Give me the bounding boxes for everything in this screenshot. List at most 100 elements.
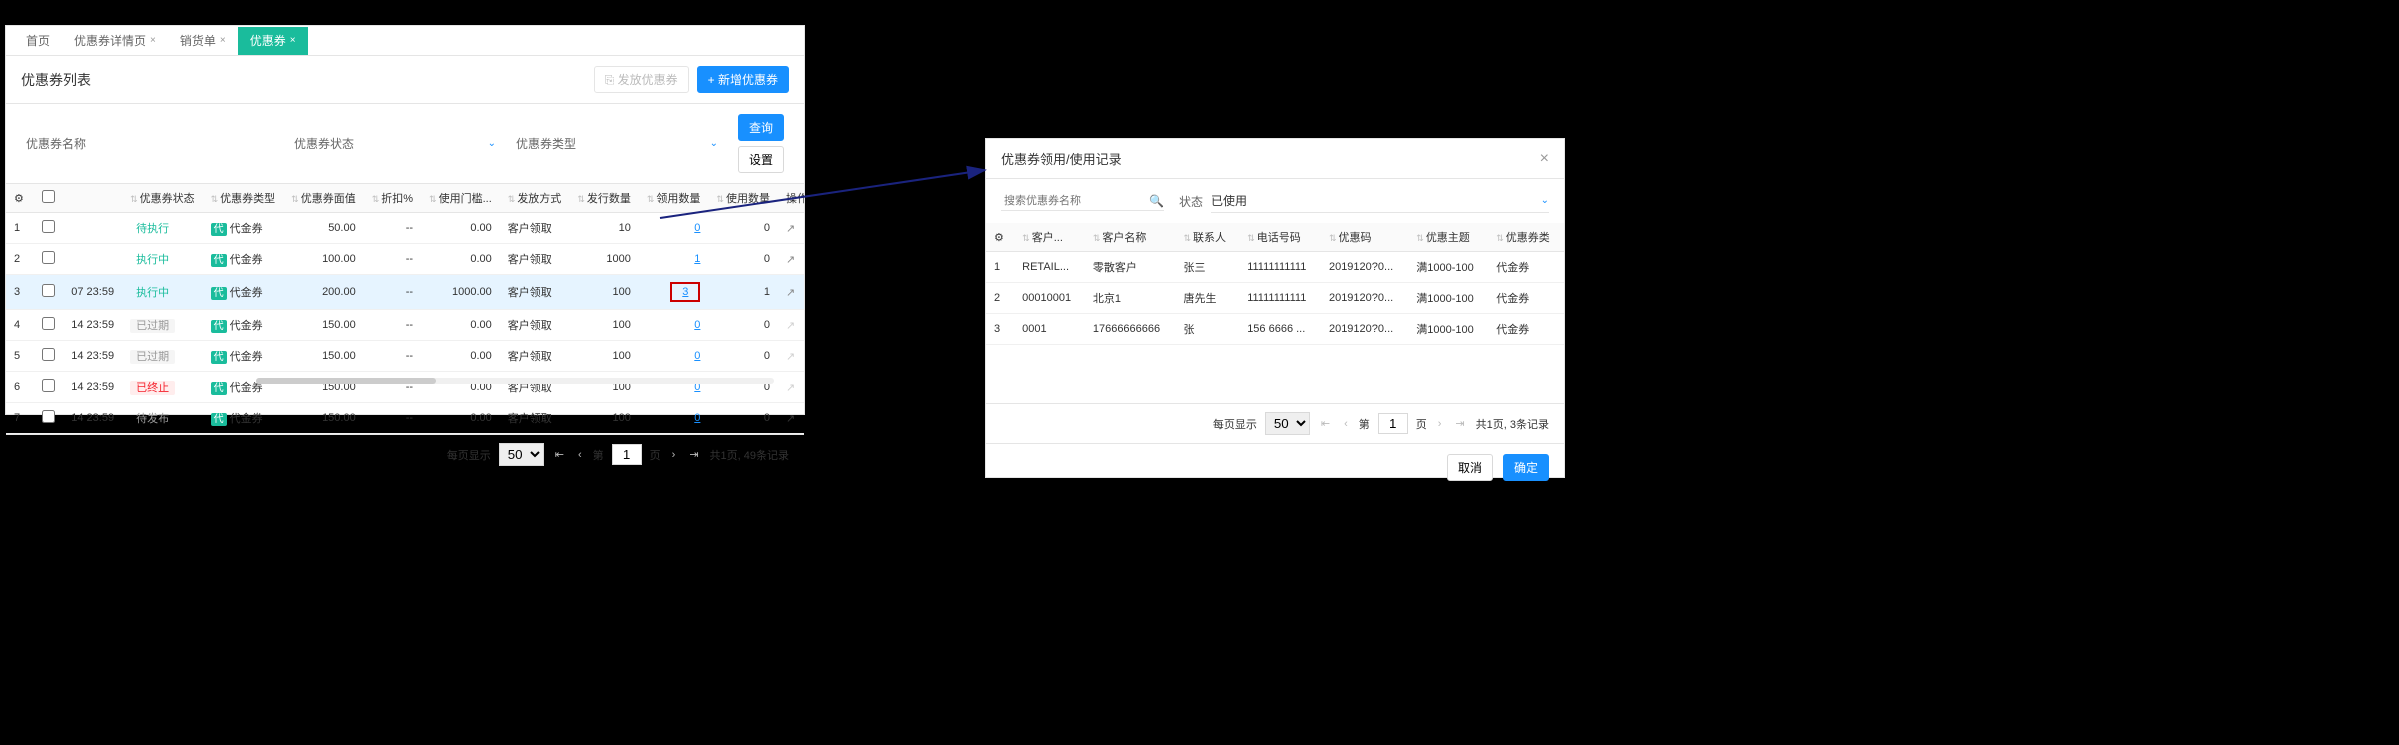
tab-首页[interactable]: 首页: [14, 27, 62, 55]
filter-status[interactable]: 优惠券状态 ⌄: [294, 135, 496, 152]
filter-name-input[interactable]: [91, 133, 274, 155]
page-input[interactable]: [612, 444, 642, 465]
per-page-select[interactable]: 50: [499, 443, 544, 466]
table-row[interactable]: 1RETAIL...零散客户张三111111111112019120?0...满…: [986, 252, 1564, 283]
table-row[interactable]: 614 23:59已终止代代金券150.00--0.00客户领取10000↗⊞: [6, 372, 804, 403]
col-issue[interactable]: ⇅发行数量: [569, 184, 639, 213]
col-face[interactable]: ⇅优惠券面值: [283, 184, 364, 213]
filter-name: 优惠券名称: [26, 133, 274, 155]
col-threshold[interactable]: ⇅使用门槛...: [421, 184, 500, 213]
modal-page-summary: 共1页, 3条记录: [1476, 416, 1549, 432]
table-row[interactable]: 714 23:59待发布代代金券150.00--0.00客户领取10000↗⊞: [6, 403, 804, 434]
col-status[interactable]: ⇅优惠券状态: [122, 184, 203, 213]
row-checkbox[interactable]: [42, 317, 55, 330]
close-icon[interactable]: ×: [290, 35, 296, 46]
close-icon[interactable]: ×: [150, 35, 156, 46]
share-icon[interactable]: ↗: [786, 350, 795, 363]
table-row[interactable]: 514 23:59已过期代代金券150.00--0.00客户领取10000↗⊞: [6, 341, 804, 372]
qrcode-icon[interactable]: ⊞: [803, 253, 804, 266]
share-icon[interactable]: ↗: [786, 319, 795, 332]
row-checkbox[interactable]: [42, 410, 55, 423]
share-icon[interactable]: ↗: [786, 381, 795, 394]
qrcode-icon[interactable]: ⊞: [803, 319, 804, 332]
col-method[interactable]: ⇅发放方式: [500, 184, 570, 213]
claim-count-link[interactable]: 0: [694, 412, 700, 424]
gear-icon: ⚙: [14, 193, 24, 205]
first-page-icon[interactable]: ⇤: [552, 448, 567, 461]
table-row[interactable]: 414 23:59已过期代代金券150.00--0.00客户领取10000↗⊞: [6, 310, 804, 341]
prev-page-icon[interactable]: ‹: [1341, 418, 1351, 430]
table-row[interactable]: 1待执行代代金券50.00--0.00客户领取1000↗⊞: [6, 213, 804, 244]
share-icon[interactable]: ↗: [786, 286, 795, 299]
qrcode-icon[interactable]: ⊞: [803, 350, 804, 363]
col-cust-code[interactable]: ⇅客户...: [1014, 223, 1085, 252]
chevron-down-icon: ⌄: [1541, 195, 1549, 206]
col-claim[interactable]: ⇅领用数量: [639, 184, 709, 213]
col-gear[interactable]: ⚙: [986, 223, 1014, 252]
qrcode-icon[interactable]: ⊞: [803, 286, 804, 299]
col-coupon-topic[interactable]: ⇅优惠主题: [1408, 223, 1488, 252]
claim-count-link[interactable]: 0: [694, 222, 700, 234]
table-row[interactable]: 200010001北京1唐先生111111111112019120?0...满1…: [986, 283, 1564, 314]
close-icon[interactable]: ×: [1540, 150, 1549, 168]
prev-page-icon[interactable]: ‹: [575, 449, 585, 461]
search-icon[interactable]: 🔍: [1149, 194, 1164, 208]
modal-per-page-select[interactable]: 50: [1265, 412, 1310, 435]
col-check[interactable]: [34, 184, 63, 213]
select-all-checkbox[interactable]: [42, 190, 55, 203]
claim-count-link[interactable]: 3: [670, 282, 700, 302]
last-page-icon[interactable]: ⇥: [1452, 417, 1467, 430]
col-discount[interactable]: ⇅折扣%: [364, 184, 421, 213]
modal-page-input[interactable]: [1378, 413, 1408, 434]
share-icon[interactable]: ↗: [786, 253, 795, 266]
share-icon[interactable]: ↗: [786, 412, 795, 425]
table-row[interactable]: 307 23:59执行中代代金券200.00--1000.00客户领取10031…: [6, 275, 804, 310]
horizontal-scrollbar[interactable]: [256, 378, 774, 384]
status-badge: 已终止: [130, 381, 175, 395]
row-checkbox[interactable]: [42, 251, 55, 264]
modal-search-input[interactable]: [1001, 192, 1149, 210]
tab-优惠券详情页[interactable]: 优惠券详情页×: [62, 27, 168, 55]
share-icon[interactable]: ↗: [786, 222, 795, 235]
close-icon[interactable]: ×: [220, 35, 226, 46]
col-phone[interactable]: ⇅电话号码: [1239, 223, 1321, 252]
col-type[interactable]: ⇅优惠券类型: [203, 184, 284, 213]
row-checkbox[interactable]: [42, 220, 55, 233]
qrcode-icon[interactable]: ⊞: [803, 412, 804, 425]
add-coupon-button[interactable]: + 新增优惠券: [697, 66, 789, 93]
claim-count-link[interactable]: 0: [694, 350, 700, 362]
claim-count-link[interactable]: 1: [694, 253, 700, 265]
col-coupon-code[interactable]: ⇅优惠码: [1321, 223, 1408, 252]
next-page-icon[interactable]: ›: [669, 449, 679, 461]
tab-label: 优惠券: [250, 32, 286, 49]
status-badge: 执行中: [130, 286, 175, 300]
col-coupon-type[interactable]: ⇅优惠券类: [1488, 223, 1564, 252]
qrcode-icon[interactable]: ⊞: [803, 222, 804, 235]
table-row[interactable]: 2执行中代代金券100.00--0.00客户领取100010↗⊞: [6, 244, 804, 275]
row-checkbox[interactable]: [42, 284, 55, 297]
col-contact[interactable]: ⇅联系人: [1175, 223, 1239, 252]
first-page-icon[interactable]: ⇤: [1318, 417, 1333, 430]
tab-销货单[interactable]: 销货单×: [168, 27, 238, 55]
qrcode-icon[interactable]: ⊞: [803, 381, 804, 394]
table-row[interactable]: 3000117666666666张156 6666 ...2019120?0..…: [986, 314, 1564, 345]
col-cust-name[interactable]: ⇅客户名称: [1085, 223, 1176, 252]
confirm-button[interactable]: 确定: [1503, 454, 1549, 481]
last-page-icon[interactable]: ⇥: [686, 448, 701, 461]
col-gear[interactable]: ⚙: [6, 184, 34, 213]
next-page-icon[interactable]: ›: [1435, 418, 1445, 430]
settings-button[interactable]: 设置: [738, 146, 784, 173]
query-button[interactable]: 查询: [738, 114, 784, 141]
row-checkbox[interactable]: [42, 379, 55, 392]
row-checkbox[interactable]: [42, 348, 55, 361]
col-use[interactable]: ⇅使用数量: [708, 184, 778, 213]
cancel-button[interactable]: 取消: [1447, 454, 1493, 481]
modal-status-filter[interactable]: 状态 已使用 ⌄: [1179, 189, 1549, 213]
table-wrap[interactable]: ⚙ ⇅优惠券状态 ⇅优惠券类型 ⇅优惠券面值 ⇅折扣% ⇅使用门槛... ⇅发放…: [6, 184, 804, 434]
main-panel: 首页优惠券详情页×销货单×优惠券× 优惠券列表 ⎘ 发放优惠券 + 新增优惠券 …: [5, 25, 805, 415]
filter-type[interactable]: 优惠券类型 ⌄: [516, 135, 718, 152]
distribute-coupon-button[interactable]: ⎘ 发放优惠券: [594, 66, 689, 93]
type-badge: 代: [211, 320, 227, 333]
tab-优惠券[interactable]: 优惠券 ×: [238, 27, 308, 55]
claim-count-link[interactable]: 0: [694, 319, 700, 331]
